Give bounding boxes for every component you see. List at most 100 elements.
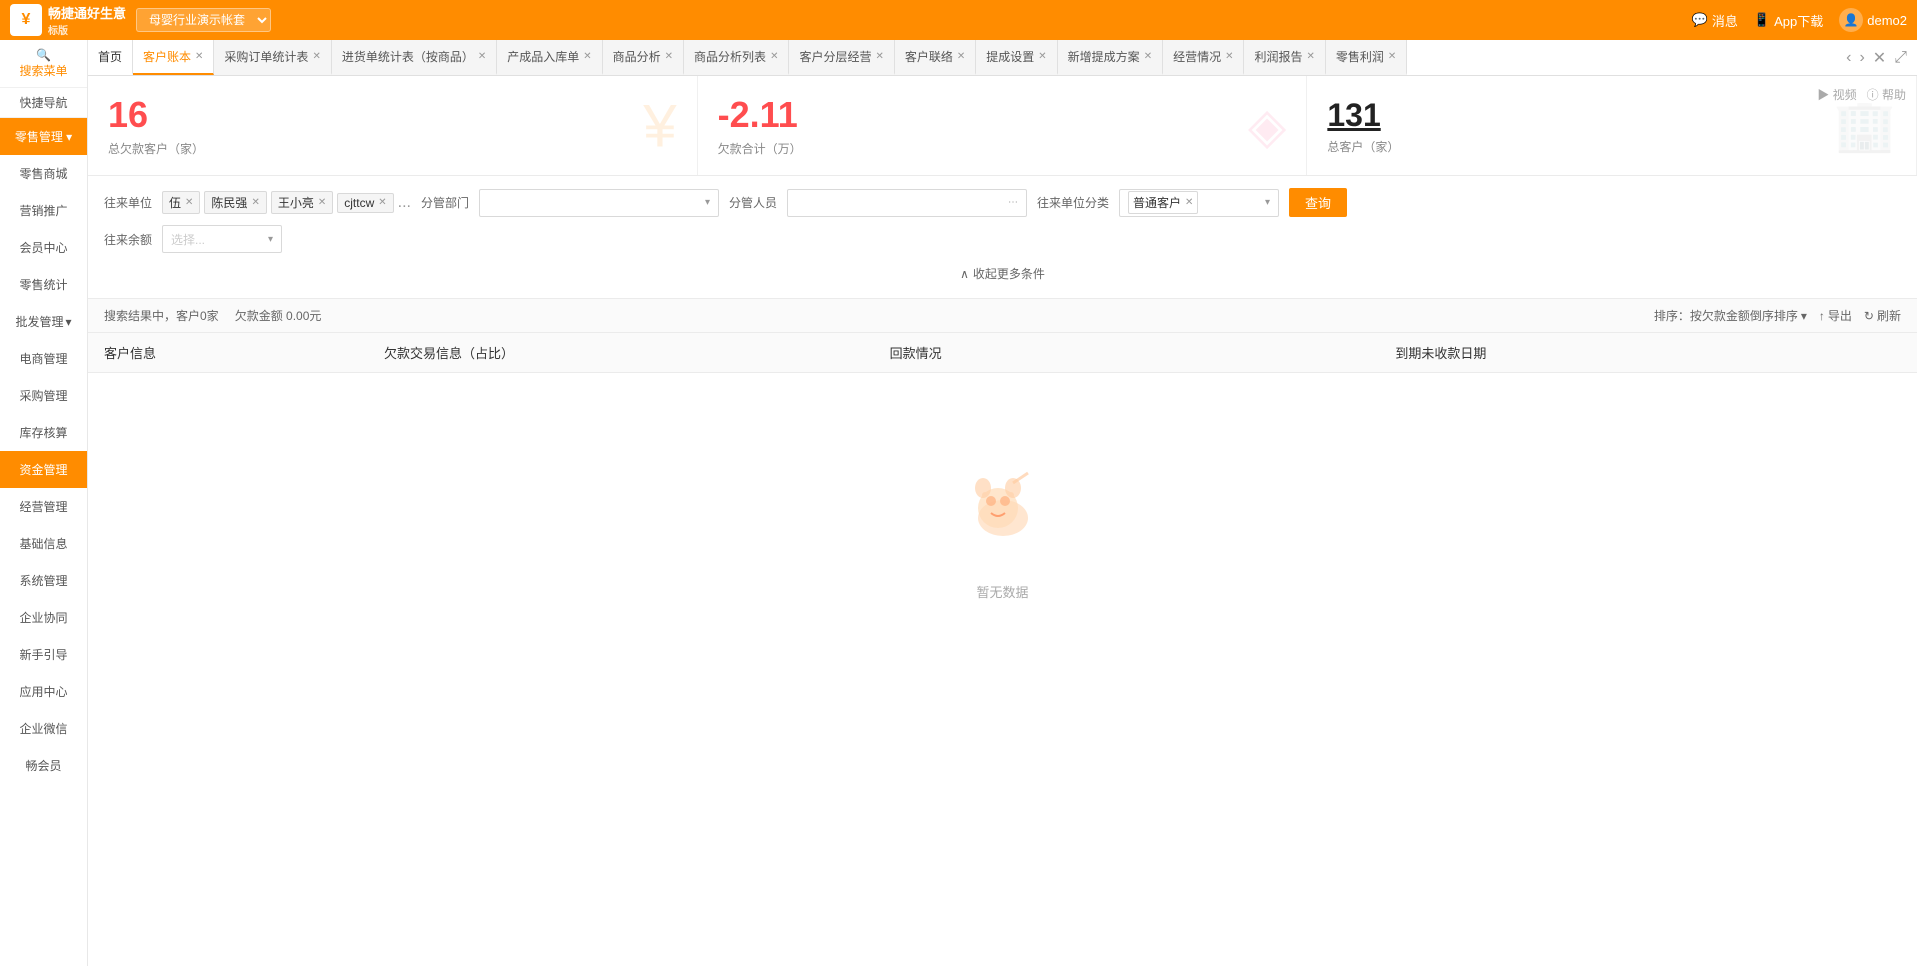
sidebar-item-enterprise-wechat[interactable]: 企业微信 [0,710,87,747]
export-btn[interactable]: ↑ 导出 [1819,307,1852,324]
tab-home[interactable]: 首页 [88,40,133,75]
quick-nav[interactable]: 快捷导航 [0,88,87,118]
sidebar-item-enterprise-collab[interactable]: 企业协同 [0,599,87,636]
tab-close-retail-profit[interactable]: ✕ [1388,51,1396,62]
filter-area: 往来单位 伍 ✕ 陈民强 ✕ 王小亮 [88,176,1917,299]
query-button[interactable]: 查询 [1289,188,1347,217]
col-repayment: 回款情况 [890,343,1396,362]
refresh-btn[interactable]: ↻ 刷新 [1864,307,1901,324]
person-select[interactable]: ⋯ [787,189,1027,217]
content-area: 首页 客户账本 ✕ 采购订单统计表 ✕ 进货单统计表（按商品） ✕ 产成品入库单… [88,40,1917,966]
total-customers-number: 131 [1327,97,1399,134]
tab-expand[interactable]: ⤢ [1892,47,1909,69]
summary-text-3: 131 总客户（家） [1327,97,1399,155]
tab-retail-profit[interactable]: 零售利润 ✕ [1326,40,1407,75]
tab-product-analysis[interactable]: 商品分析 ✕ [603,40,684,75]
unit-class-tag-close[interactable]: ✕ [1185,197,1193,208]
tab-purchase-order-stats[interactable]: 采购订单统计表 ✕ [214,40,331,75]
sidebar-item-operations[interactable]: 经营管理 [0,488,87,525]
filter-more-btn[interactable]: ... [398,194,411,212]
filter-tag-wu-close[interactable]: ✕ [185,197,193,208]
dept-select[interactable]: ▾ [479,189,719,217]
tab-close-all[interactable]: ✕ [1871,46,1888,70]
sidebar-item-system[interactable]: 系统管理 [0,562,87,599]
dept-filter-label: 分管部门 [421,194,469,211]
sidebar-item-retail-mgmt[interactable]: 零售管理 ▾ [0,118,87,155]
message-btn[interactable]: 💬 消息 [1692,11,1738,30]
sidebar-item-finance[interactable]: 资金管理 [0,451,87,488]
tab-commission-settings[interactable]: 提成设置 ✕ [976,40,1057,75]
tab-close-product[interactable]: ✕ [665,51,673,62]
tab-close-production[interactable]: ✕ [583,51,591,62]
sidebar-item-retail-shop[interactable]: 零售商城 [0,155,87,192]
sidebar-item-newbie[interactable]: 新手引导 [0,636,87,673]
tab-close-purchase[interactable]: ✕ [312,51,320,62]
sort-label: 排序：按欠款金额倒序排序 [1654,307,1798,324]
tab-close-profit[interactable]: ✕ [1307,51,1315,62]
sidebar-item-marketing[interactable]: 营销推广 [0,192,87,229]
tab-profit-report[interactable]: 利润报告 ✕ [1244,40,1325,75]
filter-tag-wang-close[interactable]: ✕ [318,197,326,208]
tab-close-business[interactable]: ✕ [1225,51,1233,62]
user-menu[interactable]: 👤 demo2 [1839,8,1907,32]
sidebar-item-wholesale[interactable]: 批发管理 ▾ [0,303,87,340]
app-wrapper: ¥ 畅捷通好生意 标版 母婴行业演示帐套 💬 消息 📱 App下载 👤 demo… [0,0,1917,966]
tab-close-incoming[interactable]: ✕ [478,51,486,62]
tab-close-tier[interactable]: ✕ [875,51,883,62]
dept-select-chevron: ▾ [705,197,710,208]
sidebar-item-ecommerce[interactable]: 电商管理 [0,340,87,377]
result-text: 搜索结果中，客户0家 [104,307,219,324]
sidebar-item-retail-stats[interactable]: 零售统计 [0,266,87,303]
sidebar-item-member[interactable]: 会员中心 [0,229,87,266]
app-download-btn[interactable]: 📱 App下载 [1754,11,1823,30]
filter-tag-chen-close[interactable]: ✕ [251,197,259,208]
filter-tags: 伍 ✕ 陈民强 ✕ 王小亮 ✕ [162,191,411,214]
tab-customer-tier[interactable]: 客户分层经营 ✕ [789,40,894,75]
tab-incoming-stats[interactable]: 进货单统计表（按商品） ✕ [332,40,497,75]
empty-text: 暂无数据 [976,582,1028,601]
balance-select[interactable]: 选择... ▾ [162,225,282,253]
filter-tag-cjttcw-close[interactable]: ✕ [378,197,386,208]
sidebar-item-app-center[interactable]: 应用中心 [0,673,87,710]
tab-right-arrow[interactable]: › [1857,47,1866,69]
tab-left-arrow[interactable]: ‹ [1844,47,1853,69]
sidebar-item-chang-member[interactable]: 畅会员 [0,747,87,784]
total-customers-label: 总客户（家） [1327,138,1399,155]
logo-text: 畅捷通好生意 标版 [48,3,126,37]
filter-tag-chen: 陈民强 ✕ [204,191,266,214]
tab-customer-ledger[interactable]: 客户账本 ✕ [133,40,214,75]
tab-close-product-list[interactable]: ✕ [770,51,778,62]
tab-close-contact[interactable]: ✕ [957,51,965,62]
tab-production-inbound[interactable]: 产成品入库单 ✕ [497,40,602,75]
filter-tag-wang: 王小亮 ✕ [271,191,333,214]
summary-text-1: 16 总欠款客户（家） [108,94,204,157]
logo: ¥ 畅捷通好生意 标版 [10,3,126,37]
tab-close-commission[interactable]: ✕ [1038,51,1046,62]
summary-bg-icon-3: 🏢 [1834,96,1896,155]
summary-row: ¥ 16 总欠款客户（家） ◈ -2.11 欠款合计（万） [88,76,1917,176]
sort-selector[interactable]: 排序：按欠款金额倒序排序 ▾ [1654,307,1807,324]
tab-close-customer-ledger[interactable]: ✕ [195,51,203,62]
collapse-filter-btn[interactable]: ∧ 收起更多条件 [104,261,1901,286]
unit-class-select[interactable]: 普通客户 ✕ ▾ [1119,189,1279,217]
sidebar-search[interactable]: 🔍 搜索菜单 [0,40,87,88]
help-video-btn[interactable]: ▶ 视频 [1817,86,1856,103]
tab-business-situation[interactable]: 经营情况 ✕ [1163,40,1244,75]
tab-add-commission[interactable]: 新增提成方案 ✕ [1058,40,1163,75]
total-debt-amount-number: -2.11 [718,94,802,136]
empty-illustration [953,453,1053,553]
filter-row-2: 往来余额 选择... ▾ [104,225,1901,253]
sidebar-item-inventory[interactable]: 库存核算 [0,414,87,451]
tab-navigation: ‹ › ✕ ⤢ [1836,46,1917,70]
tab-product-analysis-list[interactable]: 商品分析列表 ✕ [684,40,789,75]
avatar: 👤 [1839,8,1863,32]
account-selector[interactable]: 母婴行业演示帐套 [136,8,271,32]
sidebar-item-purchase[interactable]: 采购管理 [0,377,87,414]
unit-class-tag: 普通客户 ✕ [1128,191,1198,214]
sidebar-item-basic-info[interactable]: 基础信息 [0,525,87,562]
tab-bar: 首页 客户账本 ✕ 采购订单统计表 ✕ 进货单统计表（按商品） ✕ 产成品入库单… [88,40,1917,76]
tab-customer-contact[interactable]: 客户联络 ✕ [895,40,976,75]
tab-close-add-commission[interactable]: ✕ [1144,51,1152,62]
table-header: 客户信息 欠款交易信息（占比） 回款情况 到期未收款日期 [88,333,1917,373]
help-doc-btn[interactable]: ⓘ 帮助 [1867,86,1906,103]
